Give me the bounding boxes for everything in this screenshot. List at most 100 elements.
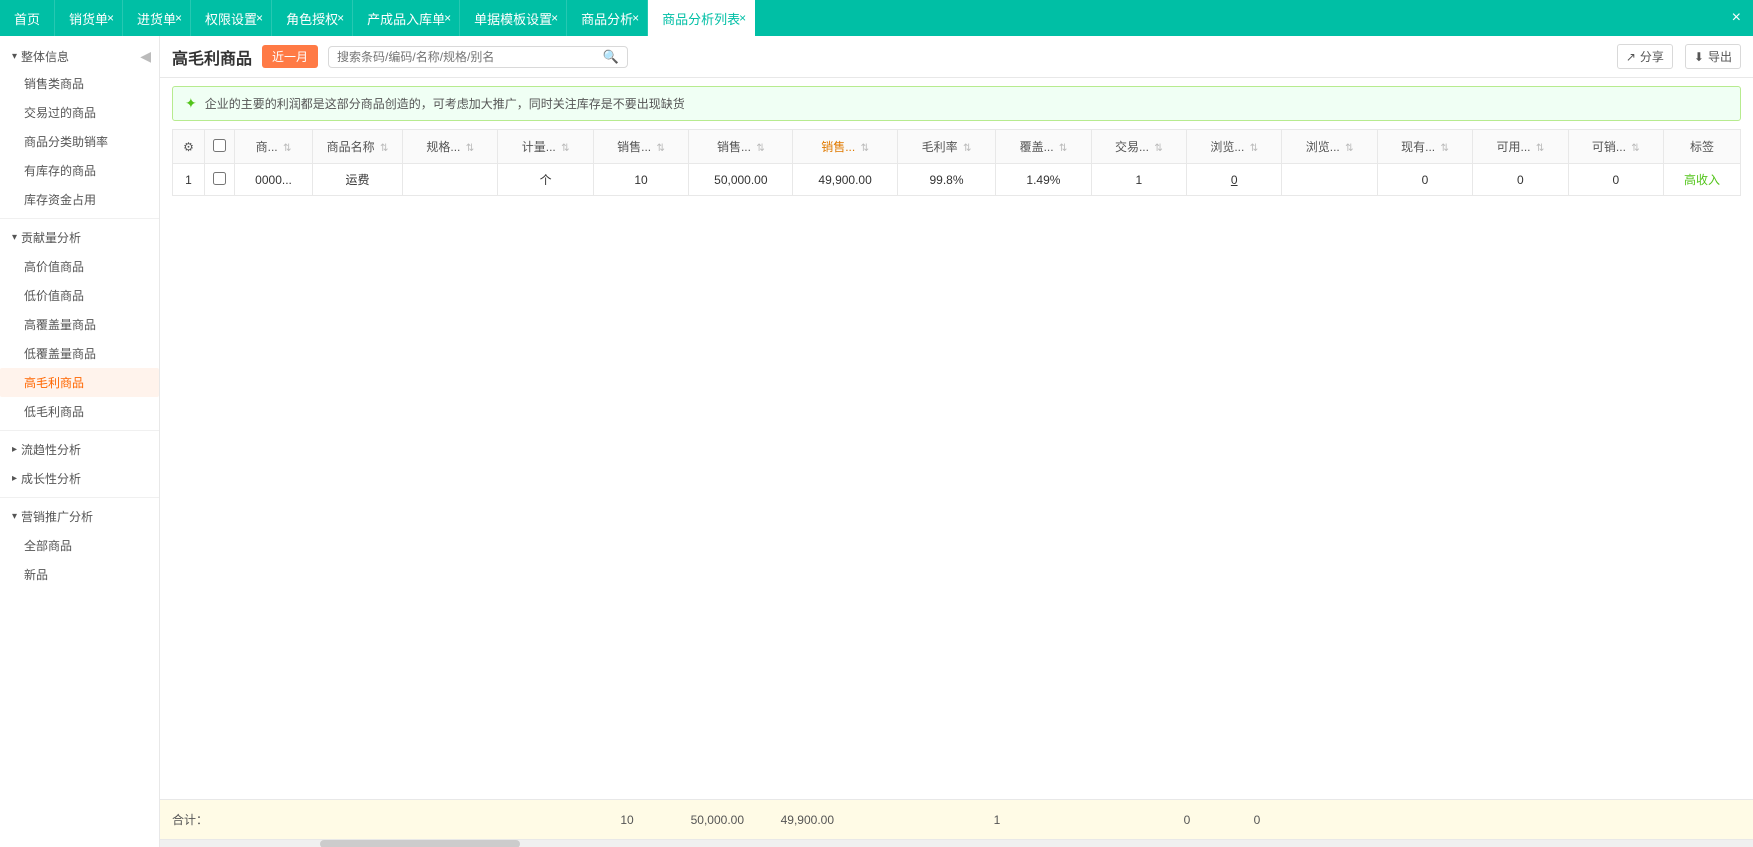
nav-tab-purchase[interactable]: 进货单 × <box>123 0 191 36</box>
info-banner: ✦ 企业的主要的利润都是这部分商品创造的，可考虑加大推广，同时关注库存是不要出现… <box>172 86 1741 121</box>
close-template-tab[interactable]: × <box>551 11 558 25</box>
sidebar-item-low-margin[interactable]: 低毛利商品 <box>0 397 159 426</box>
col-transactions[interactable]: 交易... ⇅ <box>1091 130 1186 164</box>
row-gross-rate: 99.8% <box>897 164 996 196</box>
nav-tab-sales[interactable]: 销货单 × <box>55 0 123 36</box>
nav-tab-role[interactable]: 角色授权 × <box>272 0 353 36</box>
row-stock-sale: 0 <box>1568 164 1663 196</box>
sort-icon-transactions: ⇅ <box>1154 143 1162 154</box>
share-button[interactable]: ↗ 分享 <box>1617 44 1673 69</box>
sidebar-item-new-goods[interactable]: 新品 <box>0 560 159 589</box>
footer-label: 合计： <box>172 811 372 828</box>
nav-tab-goods-list[interactable]: 商品分析列表 × <box>648 0 755 36</box>
close-goods-analysis-tab[interactable]: × <box>632 11 639 25</box>
sort-icon-name: ⇅ <box>380 143 388 154</box>
row-coverage: 1.49% <box>996 164 1091 196</box>
sidebar-group-trend[interactable]: ▸ 流趋性分析 <box>0 435 159 464</box>
sidebar-group-contribution[interactable]: ▾ 贡献量分析 <box>0 223 159 252</box>
sort-icon-browse1: ⇅ <box>1250 143 1258 154</box>
sidebar-divider-3 <box>0 497 159 498</box>
sort-icon-unit: ⇅ <box>561 143 569 154</box>
sidebar-item-in-stock[interactable]: 有库存的商品 <box>0 156 159 185</box>
sidebar-item-high-coverage[interactable]: 高覆盖量商品 <box>0 310 159 339</box>
close-permission-tab[interactable]: × <box>256 11 263 25</box>
footer-transactions: 1 <box>962 813 1032 827</box>
nav-tab-permission[interactable]: 权限设置 × <box>191 0 272 36</box>
col-sales-qty[interactable]: 销售... ⇅ <box>593 130 688 164</box>
close-finished-goods-tab[interactable]: × <box>444 11 451 25</box>
nav-tab-template[interactable]: 单据模板设置 × <box>460 0 567 36</box>
settings-icon: ⚙ <box>183 140 194 154</box>
sidebar-item-traded-goods[interactable]: 交易过的商品 <box>0 98 159 127</box>
col-tag: 标签 <box>1663 130 1740 164</box>
share-icon: ↗ <box>1626 50 1636 64</box>
scrollbar-thumb[interactable] <box>320 840 520 847</box>
col-spec[interactable]: 规格... ⇅ <box>403 130 498 164</box>
main-layout: ▾ 整体信息 ◀ 销售类商品 交易过的商品 商品分类助销率 有库存的商品 库存资… <box>0 36 1753 847</box>
close-all-btn[interactable]: × <box>1720 9 1753 27</box>
top-nav: 首页 销货单 × 进货单 × 权限设置 × 角色授权 × 产成品入库单 × 单据… <box>0 0 1753 36</box>
select-all-checkbox[interactable] <box>213 139 226 152</box>
sidebar-item-all-goods[interactable]: 全部商品 <box>0 531 159 560</box>
col-browse2[interactable]: 浏览... ⇅ <box>1282 130 1377 164</box>
col-sales-amount[interactable]: 销售... ⇅ <box>689 130 793 164</box>
export-button[interactable]: ⬇ 导出 <box>1685 44 1741 69</box>
table-header-row: ⚙ 商... ⇅ 商品名称 ⇅ <box>173 130 1741 164</box>
sidebar-group-overall[interactable]: ▾ 整体信息 <box>12 48 69 65</box>
col-browse1[interactable]: 浏览... ⇅ <box>1187 130 1282 164</box>
col-coverage[interactable]: 覆盖... ⇅ <box>996 130 1091 164</box>
col-gross-rate[interactable]: 毛利率 ⇅ <box>897 130 996 164</box>
search-wrap: 🔍 <box>328 46 628 68</box>
footer-sales-qty: 10 <box>592 813 662 827</box>
close-goods-list-tab[interactable]: × <box>739 11 746 25</box>
nav-tab-home[interactable]: 首页 <box>0 0 55 36</box>
sort-icon-sales-net: ⇅ <box>861 143 869 154</box>
row-sales-amount: 50,000.00 <box>689 164 793 196</box>
close-role-tab[interactable]: × <box>337 11 344 25</box>
nav-tab-finished-goods[interactable]: 产成品入库单 × <box>353 0 460 36</box>
footer-summary: 合计： 10 50,000.00 49,900.00 1 0 0 <box>160 799 1753 839</box>
footer-sales-amount: 50,000.00 <box>662 813 752 827</box>
horizontal-scrollbar[interactable] <box>160 839 1753 847</box>
col-stock-avail[interactable]: 可用... ⇅ <box>1473 130 1568 164</box>
sidebar-item-low-value[interactable]: 低价值商品 <box>0 281 159 310</box>
row-transactions: 1 <box>1091 164 1186 196</box>
sidebar-item-sales-goods[interactable]: 销售类商品 <box>0 69 159 98</box>
row-tag: 高收入 <box>1663 164 1740 196</box>
col-sales-net[interactable]: 销售... ⇅ <box>793 130 897 164</box>
row-select-checkbox[interactable] <box>213 172 226 185</box>
search-input[interactable] <box>337 50 603 64</box>
close-purchase-tab[interactable]: × <box>175 11 182 25</box>
col-settings[interactable]: ⚙ <box>173 130 205 164</box>
col-code[interactable]: 商... ⇅ <box>235 130 313 164</box>
col-name[interactable]: 商品名称 ⇅ <box>313 130 403 164</box>
data-table: ⚙ 商... ⇅ 商品名称 ⇅ <box>172 129 1741 196</box>
arrow-down-icon-3: ▾ <box>12 511 17 522</box>
sidebar-collapse-btn[interactable]: ◀ <box>140 48 151 65</box>
content-header: 高毛利商品 近一月 🔍 ↗ 分享 ⬇ 导出 <box>160 36 1753 78</box>
sidebar-item-stock-capital[interactable]: 库存资金占用 <box>0 185 159 214</box>
nav-tab-goods-analysis[interactable]: 商品分析 × <box>567 0 648 36</box>
sort-icon-browse2: ⇅ <box>1345 143 1353 154</box>
sidebar-group-marketing[interactable]: ▾ 营销推广分析 <box>0 502 159 531</box>
period-button[interactable]: 近一月 <box>262 45 318 68</box>
header-actions: ↗ 分享 ⬇ 导出 <box>1617 44 1741 69</box>
sidebar-item-high-value[interactable]: 高价值商品 <box>0 252 159 281</box>
sidebar-divider-2 <box>0 430 159 431</box>
sidebar-item-low-coverage[interactable]: 低覆盖量商品 <box>0 339 159 368</box>
close-sales-tab[interactable]: × <box>107 11 114 25</box>
row-browse1[interactable]: 0 <box>1187 164 1282 196</box>
sort-icon-gross-rate: ⇅ <box>963 143 971 154</box>
export-icon: ⬇ <box>1694 50 1704 64</box>
arrow-down-icon-2: ▾ <box>12 232 17 243</box>
sidebar-item-category-rate[interactable]: 商品分类助销率 <box>0 127 159 156</box>
sort-icon: ⇅ <box>283 143 291 154</box>
col-stock-sale[interactable]: 可销... ⇅ <box>1568 130 1663 164</box>
sidebar-item-high-margin[interactable]: 高毛利商品 <box>0 368 159 397</box>
browse1-link[interactable]: 0 <box>1231 173 1238 187</box>
row-num: 1 <box>173 164 205 196</box>
sidebar-group-growth[interactable]: ▸ 成长性分析 <box>0 464 159 493</box>
col-stock-now[interactable]: 现有... ⇅ <box>1377 130 1472 164</box>
col-unit[interactable]: 计量... ⇅ <box>498 130 593 164</box>
row-stock-now: 0 <box>1377 164 1472 196</box>
